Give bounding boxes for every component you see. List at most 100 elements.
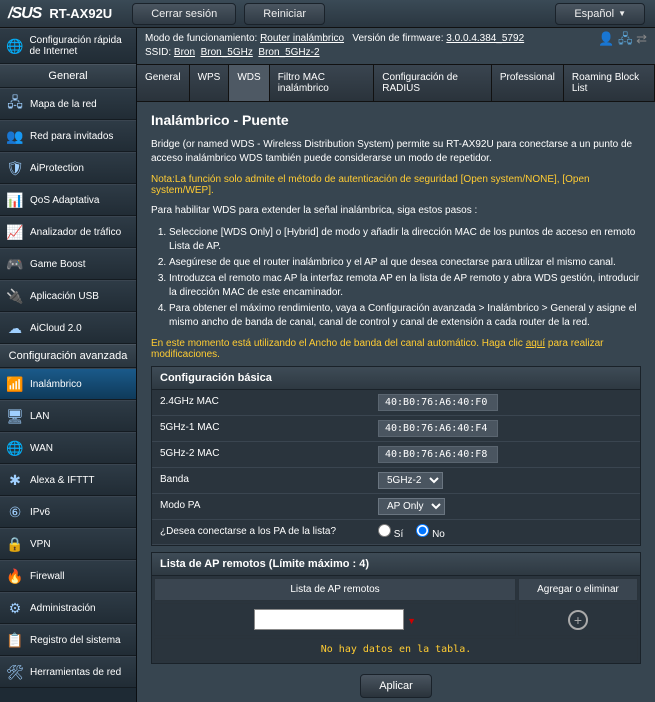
ssid-label: SSID: [145,47,171,58]
brand-logo: /SUS [0,5,49,23]
step-item: Seleccione [WDS Only] o [Hybrid] de modo… [169,226,641,254]
ssid-3[interactable]: Bron_5GHz-2 [258,47,319,58]
language-dropdown[interactable]: Español ▼ [555,3,645,25]
ap-col-action: Agregar o eliminar [518,578,638,601]
sidebar-item[interactable]: 🎮Game Boost [0,248,136,280]
sidebar-item-label: Mapa de la red [30,99,97,110]
no-data-message: No hay datos en la tabla. [154,638,638,661]
sidebar-icon: 🛡 [6,159,24,177]
sidebar-item-label: VPN [30,539,51,550]
sidebar-item[interactable]: 🛠 Herramientas de red [0,656,136,688]
sidebar-item-label: Herramientas de red [30,667,121,678]
sidebar-item-label: IPv6 [30,507,50,518]
ap-col-list: Lista de AP remotos [154,578,516,601]
sidebar-item-label: Firewall [30,571,64,582]
remote-ap-section: Lista de AP remotos (Límite máximo : 4) … [151,552,641,664]
logout-button[interactable]: Cerrar sesión [132,3,236,25]
tab-filtro mac inalámbrico[interactable]: Filtro MAC inalámbrico [270,65,375,101]
sidebar-icon: ✱ [6,471,24,489]
sidebar: 🌐 Configuración rápida de Internet Gener… [0,28,137,702]
sidebar-quick-setup[interactable]: 🌐 Configuración rápida de Internet [0,28,136,64]
sidebar-item[interactable]: 🔥 Firewall [0,560,136,592]
steps-list: Seleccione [WDS Only] o [Hybrid] de modo… [169,226,641,330]
reboot-button[interactable]: Reiniciar [244,3,325,25]
sidebar-item[interactable]: 📶Inalámbrico [0,368,136,400]
info-bar: 👤 🖧 ⇄ Modo de funcionamiento: Router ina… [137,28,655,64]
sidebar-item-label: Game Boost [30,259,86,270]
mode-value[interactable]: Router inalámbrico [260,33,344,44]
sidebar-item-label: WAN [30,443,53,454]
topbar: /SUS RT-AX92U Cerrar sesión Reiniciar Es… [0,0,655,28]
sidebar-item[interactable]: 👥Red para invitados [0,120,136,152]
sidebar-item[interactable]: 🖥LAN [0,400,136,432]
sidebar-item[interactable]: 📊QoS Adaptativa [0,184,136,216]
sidebar-header-general: General [0,64,136,88]
sidebar-icon: 📈 [6,223,24,241]
sidebar-item-label: Inalámbrico [30,379,82,390]
tab-configuración de radius[interactable]: Configuración de RADIUS [374,65,492,101]
sidebar-item[interactable]: 📋Registro del sistema [0,624,136,656]
mac51-label: 5GHz-1 MAC [152,416,372,441]
tab-general[interactable]: General [137,65,190,101]
modify-link[interactable]: aquí [526,338,545,349]
user-icon[interactable]: 👤 [598,31,614,46]
connect-label: ¿Desea conectarse a los PA de la lista? [152,520,372,544]
sidebar-icon: 🔥 [6,567,24,585]
apply-button[interactable]: Aplicar [360,674,432,698]
sidebar-item[interactable]: 🔌 Aplicación USB [0,280,136,312]
mac24-label: 2.4GHz MAC [152,390,372,415]
sidebar-item[interactable]: ☁ AiCloud 2.0 [0,312,136,344]
sidebar-icon: 🛠 [6,663,24,681]
sidebar-icon: 🖥 [6,407,24,425]
step-item: Introduzca el remoto mac AP la interfaz … [169,272,641,300]
sidebar-icon: ⑥ [6,503,24,521]
tab-wds[interactable]: WDS [229,65,269,101]
sidebar-item-label: AiCloud 2.0 [30,323,82,334]
tab-professional[interactable]: Professional [492,65,564,101]
band-label: Banda [152,468,372,493]
connect-no[interactable]: No [416,529,445,540]
auto-channel-warning: En este momento está utilizando el Ancho… [151,338,641,360]
sidebar-item-label: Aplicación USB [30,291,99,302]
sidebar-item[interactable]: 🌐WAN [0,432,136,464]
link-icon[interactable]: ⇄ [636,31,647,46]
step-item: Asegúrese de que el router inalámbrico y… [169,256,641,270]
mac51-value: 40:B0:76:A6:40:F4 [378,420,498,437]
sidebar-icon: 🖧 [6,95,24,113]
sidebar-icon: 🔒 [6,535,24,553]
sidebar-item-label: QoS Adaptativa [30,195,100,206]
sidebar-icon: ☁ [6,319,24,337]
sidebar-item[interactable]: 🖧 Mapa de la red [0,88,136,120]
firmware-value[interactable]: 3.0.0.4.384_5792 [446,33,524,44]
sidebar-icon: ⚙ [6,599,24,617]
sidebar-icon: 🔌 [6,287,24,305]
tabs: GeneralWPSWDSFiltro MAC inalámbricoConfi… [137,64,655,102]
basic-config-header: Configuración básica [152,367,640,390]
steps-intro: Para habilitar WDS para extender la seña… [151,204,641,218]
remote-ap-header: Lista de AP remotos (Límite máximo : 4) [152,553,640,576]
sidebar-item-label: Administración [30,603,96,614]
tab-roaming block list[interactable]: Roaming Block List [564,65,655,101]
band-select[interactable]: 5GHz-2 [378,472,443,489]
apmode-select[interactable]: AP Only [378,498,445,515]
add-ap-button[interactable]: + [568,610,588,630]
ssid-2[interactable]: Bron_5GHz [201,47,253,58]
ap-mac-input[interactable] [254,609,404,630]
sidebar-item-label: Red para invitados [30,131,113,142]
sidebar-item[interactable]: 🛡 AiProtection [0,152,136,184]
ssid-1[interactable]: Bron [174,47,195,58]
sidebar-item[interactable]: ⚙ Administración [0,592,136,624]
connect-yes[interactable]: Sí [378,529,403,540]
sidebar-item[interactable]: 📈Analizador de tráfico [0,216,136,248]
page-title: Inalámbrico - Puente [151,112,641,128]
dropdown-icon[interactable]: ▼ [407,616,416,626]
sidebar-item[interactable]: ⑥ IPv6 [0,496,136,528]
step-item: Para obtener el máximo rendimiento, vaya… [169,302,641,330]
tab-wps[interactable]: WPS [190,65,230,101]
sidebar-item[interactable]: 🔒 VPN [0,528,136,560]
apmode-label: Modo PA [152,494,372,519]
globe-icon: 🌐 [6,37,23,55]
sidebar-item-label: AiProtection [30,163,84,174]
usb-icon[interactable]: 🖧 [618,31,633,46]
sidebar-item[interactable]: ✱Alexa & IFTTT [0,464,136,496]
